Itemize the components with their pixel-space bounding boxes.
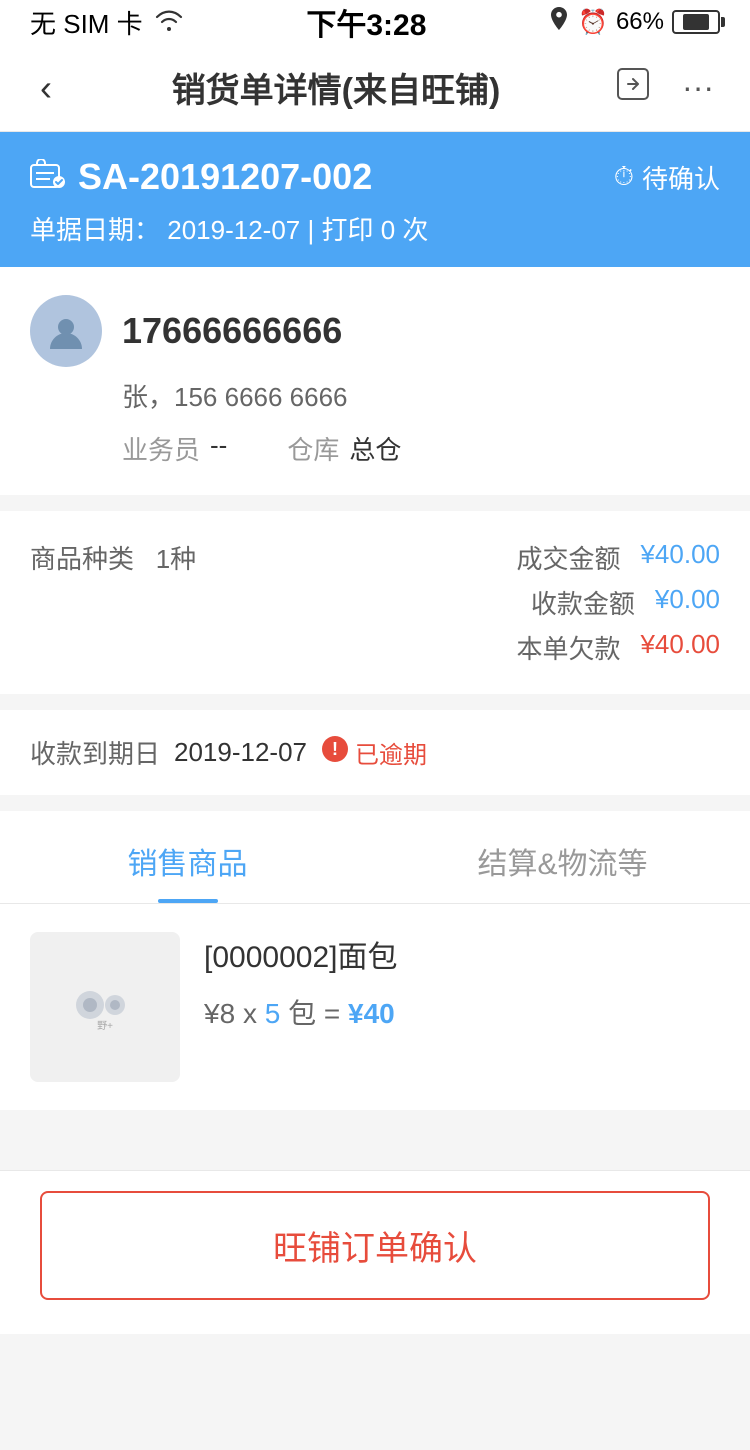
warehouse-meta: 仓库 总仓 xyxy=(287,430,401,467)
customer-meta: 业务员 -- 仓库 总仓 xyxy=(122,430,720,467)
customer-section: 17666666666 张，156 6666 6666 业务员 -- 仓库 总仓 xyxy=(0,267,750,495)
bottom-bar: 旺铺订单确认 xyxy=(0,1170,750,1334)
order-icon xyxy=(30,156,66,198)
tab-products[interactable]: 销售商品 xyxy=(0,811,375,903)
status-time: 下午3:28 xyxy=(306,0,426,44)
svg-text:野+: 野+ xyxy=(97,1020,113,1032)
order-header-banner: SA-20191207-002 ⏱ 待确认 单据日期： 2019-12-07 |… xyxy=(0,132,750,267)
nav-bar: ‹ 销货单详情(来自旺铺) ··· xyxy=(0,44,750,132)
status-clock-icon: ⏱ xyxy=(614,161,634,193)
location-icon xyxy=(548,6,570,39)
battery-icon xyxy=(672,10,720,34)
order-id-row: SA-20191207-002 ⏱ 待确认 xyxy=(30,156,720,198)
product-info: [0000002]面包 ¥8 x 5 包 = ¥40 xyxy=(204,932,720,1032)
due-date-section: 收款到期日 2019-12-07 ! 已逾期 xyxy=(0,710,750,795)
order-id: SA-20191207-002 xyxy=(30,156,372,198)
summary-left: 商品种类 1种 xyxy=(30,539,196,576)
order-status: ⏱ 待确认 xyxy=(614,159,720,196)
carrier-text: 无 SIM 卡 xyxy=(30,4,143,41)
confirm-order-button[interactable]: 旺铺订单确认 xyxy=(40,1191,710,1300)
product-item: 野+ [0000002]面包 ¥8 x 5 包 = ¥40 xyxy=(30,932,720,1082)
customer-name: 张，156 6666 6666 xyxy=(122,377,720,414)
product-calc: ¥8 x 5 包 = ¥40 xyxy=(204,992,720,1032)
share-icon[interactable] xyxy=(610,61,656,115)
overdue-badge: ! 已逾期 xyxy=(321,735,427,770)
customer-phone: 17666666666 xyxy=(122,310,342,352)
tab-settlement[interactable]: 结算&物流等 xyxy=(375,811,750,903)
tabs-row: 销售商品 结算&物流等 xyxy=(0,811,750,904)
battery-percent: 66% xyxy=(616,8,664,36)
product-name: [0000002]面包 xyxy=(204,932,720,976)
summary-section: 商品种类 1种 成交金额 ¥40.00 收款金额 ¥0.00 本单欠款 ¥40.… xyxy=(0,511,750,694)
product-thumbnail: 野+ xyxy=(30,932,180,1082)
product-list: 野+ [0000002]面包 ¥8 x 5 包 = ¥40 xyxy=(0,904,750,1110)
nav-actions: ··· xyxy=(610,61,720,115)
more-icon[interactable]: ··· xyxy=(676,63,720,112)
owed-row: 本单欠款 ¥40.00 xyxy=(516,629,720,666)
summary-right: 成交金额 ¥40.00 收款金额 ¥0.00 本单欠款 ¥40.00 xyxy=(516,539,720,666)
order-date-row: 单据日期： 2019-12-07 | 打印 0 次 xyxy=(30,210,720,247)
status-right: ⏰ 66% xyxy=(548,6,720,39)
back-button[interactable]: ‹ xyxy=(30,57,62,119)
received-row: 收款金额 ¥0.00 xyxy=(531,584,720,621)
page-title: 销货单详情(来自旺铺) xyxy=(62,63,610,112)
avatar xyxy=(30,295,102,367)
clock-icon: ⏰ xyxy=(578,8,608,37)
amount-row: 成交金额 ¥40.00 xyxy=(516,539,720,576)
sales-meta: 业务员 -- xyxy=(122,430,227,467)
tabs-section: 销售商品 结算&物流等 野+ [0000002]面包 ¥8 x xyxy=(0,811,750,1110)
summary-row: 商品种类 1种 成交金额 ¥40.00 收款金额 ¥0.00 本单欠款 ¥40.… xyxy=(30,539,720,666)
svg-text:!: ! xyxy=(332,739,338,759)
overdue-icon: ! xyxy=(321,735,349,770)
status-left: 无 SIM 卡 xyxy=(30,4,185,41)
status-bar: 无 SIM 卡 下午3:28 ⏰ 66% xyxy=(0,0,750,44)
wifi-icon xyxy=(153,7,185,38)
customer-row: 17666666666 xyxy=(30,295,720,367)
